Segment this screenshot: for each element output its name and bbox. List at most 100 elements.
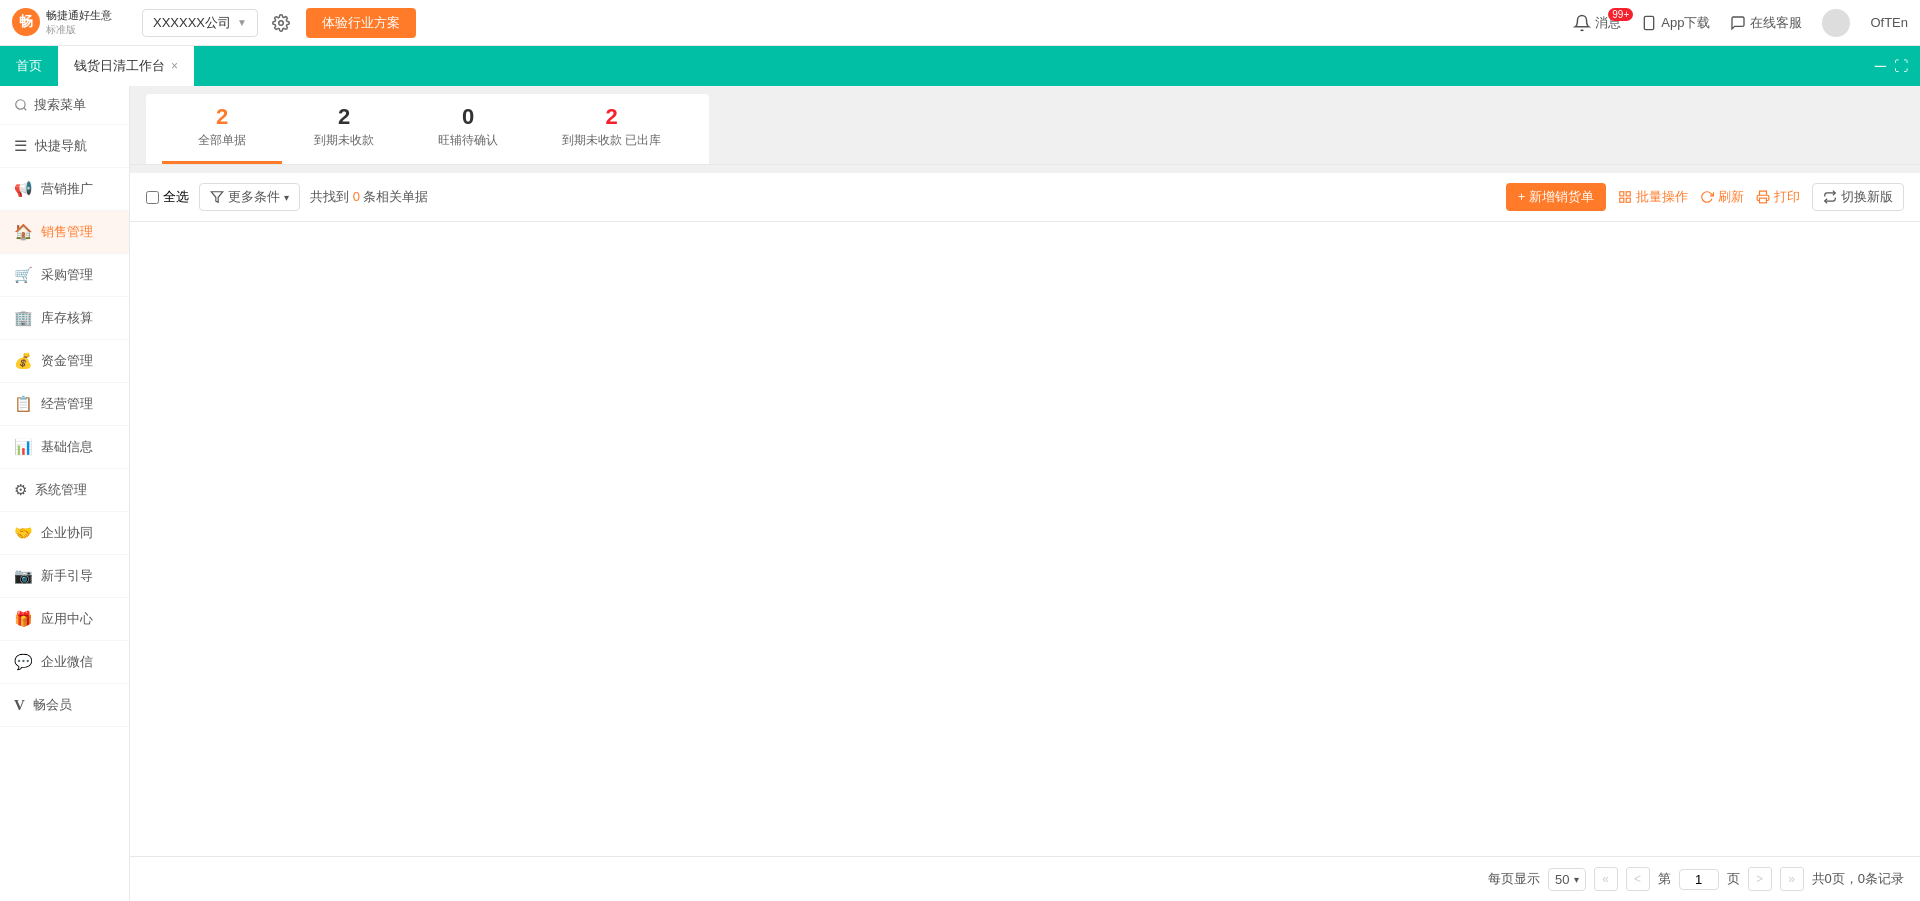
print-button[interactable]: 打印 bbox=[1756, 188, 1800, 206]
sidebar-search[interactable]: 搜索菜单 bbox=[0, 86, 129, 125]
messages-item[interactable]: 消息 99+ bbox=[1573, 14, 1621, 32]
add-sales-button[interactable]: + 新增销货单 bbox=[1506, 183, 1606, 211]
minimize-icon[interactable]: ─ bbox=[1875, 57, 1886, 75]
status-card-overdue[interactable]: 2 到期未收款 bbox=[282, 94, 406, 164]
sidebar-system-label: 系统管理 bbox=[35, 481, 87, 499]
svg-line-4 bbox=[24, 108, 27, 111]
sidebar-member-label: 畅会员 bbox=[33, 696, 72, 714]
marketing-icon: 📢 bbox=[14, 180, 33, 198]
sidebar-marketing-label: 营销推广 bbox=[41, 180, 93, 198]
avatar[interactable] bbox=[1822, 9, 1850, 37]
batch-operation-button[interactable]: 批量操作 bbox=[1618, 188, 1688, 206]
sidebar-item-operations[interactable]: 📋 经营管理 bbox=[0, 383, 129, 426]
overdue-label: 到期未收款 bbox=[314, 132, 374, 149]
switch-label: 切换新版 bbox=[1841, 188, 1893, 206]
refresh-button[interactable]: 刷新 bbox=[1700, 188, 1744, 206]
company-select[interactable]: XXXXXX公司 ▼ bbox=[142, 9, 258, 37]
all-count: 2 bbox=[194, 104, 250, 130]
sidebar-item-sales[interactable]: 🏠 销售管理 bbox=[0, 211, 129, 254]
logo-text-block: 畅捷通好生意 标准版 bbox=[46, 8, 112, 36]
online-service-item[interactable]: 在线客服 bbox=[1730, 14, 1802, 32]
checkbox-input[interactable] bbox=[146, 191, 159, 204]
sidebar-item-basic[interactable]: 📊 基础信息 bbox=[0, 426, 129, 469]
company-name: XXXXXX公司 bbox=[153, 14, 231, 32]
sidebar-inventory-label: 库存核算 bbox=[41, 309, 93, 327]
toolbar-right: + 新增销货单 批量操作 刷新 bbox=[1506, 183, 1904, 211]
sidebar: 搜索菜单 ☰ 快捷导航 📢 营销推广 🏠 销售管理 🛒 采购管理 🏢 库存核算 … bbox=[0, 86, 130, 901]
sidebar-item-marketing[interactable]: 📢 营销推广 bbox=[0, 168, 129, 211]
tab-home-label: 首页 bbox=[16, 57, 42, 75]
top-header: 畅 畅捷通好生意 标准版 XXXXXX公司 ▼ 体验行业方案 消息 99+ bbox=[0, 0, 1920, 46]
header-right: 消息 99+ App下载 在线客服 OfTEn bbox=[1573, 9, 1908, 37]
pending-label: 旺辅待确认 bbox=[438, 132, 498, 149]
close-icon[interactable]: × bbox=[171, 59, 178, 73]
svg-rect-7 bbox=[1626, 192, 1630, 196]
batch-label: 批量操作 bbox=[1636, 188, 1688, 206]
main-content: 2 全部单据 2 到期未收款 0 旺辅待确认 2 到期未收款 已出库 bbox=[130, 86, 1920, 901]
page-suffix: 页 bbox=[1727, 870, 1740, 888]
svg-rect-10 bbox=[1760, 198, 1767, 203]
member-icon: V bbox=[14, 697, 25, 714]
toolbar: 全选 更多条件 ▾ 共找到 0 条相关单据 + 新增销货单 bbox=[130, 173, 1920, 222]
settings-icon[interactable] bbox=[266, 8, 296, 38]
logo-tag: 标准版 bbox=[46, 23, 112, 37]
all-label: 全部单据 bbox=[194, 132, 250, 149]
basic-icon: 📊 bbox=[14, 438, 33, 456]
svg-rect-6 bbox=[1620, 192, 1624, 196]
filter-label: 更多条件 bbox=[228, 188, 280, 206]
sidebar-item-app-center[interactable]: 🎁 应用中心 bbox=[0, 598, 129, 641]
print-label: 打印 bbox=[1774, 188, 1800, 206]
wechat-icon: 💬 bbox=[14, 653, 33, 671]
finance-icon: 💰 bbox=[14, 352, 33, 370]
per-page-label: 每页显示 bbox=[1488, 870, 1540, 888]
next-page-button[interactable]: > bbox=[1748, 867, 1772, 891]
overdue-count: 2 bbox=[314, 104, 374, 130]
sidebar-item-cooperation[interactable]: 🤝 企业协同 bbox=[0, 512, 129, 555]
found-count: 0 bbox=[353, 189, 360, 204]
sidebar-item-guide[interactable]: 📷 新手引导 bbox=[0, 555, 129, 598]
found-prefix: 共找到 bbox=[310, 189, 349, 204]
overdue-shipped-count: 2 bbox=[562, 104, 661, 130]
filter-button[interactable]: 更多条件 ▾ bbox=[199, 183, 300, 211]
quick-nav-icon: ☰ bbox=[14, 137, 27, 155]
svg-point-3 bbox=[16, 100, 25, 109]
status-card-overdue-shipped[interactable]: 2 到期未收款 已出库 bbox=[530, 94, 693, 164]
chevron-down-icon: ▼ bbox=[237, 17, 247, 28]
maximize-icon[interactable]: ⛶ bbox=[1894, 58, 1908, 74]
purchase-icon: 🛒 bbox=[14, 266, 33, 284]
tab-home[interactable]: 首页 bbox=[0, 46, 58, 86]
sidebar-item-purchase[interactable]: 🛒 采购管理 bbox=[0, 254, 129, 297]
page-prefix: 第 bbox=[1658, 870, 1671, 888]
sidebar-item-finance[interactable]: 💰 资金管理 bbox=[0, 340, 129, 383]
table-area bbox=[130, 222, 1920, 856]
operations-icon: 📋 bbox=[14, 395, 33, 413]
prev-page-button[interactable]: < bbox=[1626, 867, 1650, 891]
sidebar-item-member[interactable]: V 畅会员 bbox=[0, 684, 129, 727]
tab-active[interactable]: 钱货日清工作台 × bbox=[58, 46, 194, 86]
status-card-all[interactable]: 2 全部单据 bbox=[162, 94, 282, 164]
switch-version-button[interactable]: 切换新版 bbox=[1812, 183, 1904, 211]
sidebar-cooperation-label: 企业协同 bbox=[41, 524, 93, 542]
svg-marker-5 bbox=[211, 192, 223, 203]
trial-button[interactable]: 体验行业方案 bbox=[306, 8, 416, 38]
status-card-pending[interactable]: 0 旺辅待确认 bbox=[406, 94, 530, 164]
select-all-checkbox[interactable]: 全选 bbox=[146, 188, 189, 206]
sidebar-app-center-label: 应用中心 bbox=[41, 610, 93, 628]
sidebar-item-quick-nav[interactable]: ☰ 快捷导航 bbox=[0, 125, 129, 168]
sidebar-item-inventory[interactable]: 🏢 库存核算 bbox=[0, 297, 129, 340]
sidebar-item-system[interactable]: ⚙ 系统管理 bbox=[0, 469, 129, 512]
page-input[interactable] bbox=[1679, 869, 1719, 890]
sidebar-item-wechat[interactable]: 💬 企业微信 bbox=[0, 641, 129, 684]
per-page-arrow: ▾ bbox=[1574, 874, 1579, 885]
svg-rect-8 bbox=[1626, 198, 1630, 202]
sales-icon: 🏠 bbox=[14, 223, 33, 241]
first-page-button[interactable]: « bbox=[1594, 867, 1618, 891]
per-page-select[interactable]: 50 ▾ bbox=[1548, 868, 1585, 891]
last-page-button[interactable]: » bbox=[1780, 867, 1804, 891]
app-download-item[interactable]: App下载 bbox=[1641, 14, 1710, 32]
logo-icon: 畅 bbox=[12, 8, 40, 36]
search-menu-label: 搜索菜单 bbox=[34, 96, 86, 114]
select-all-label: 全选 bbox=[163, 188, 189, 206]
sidebar-sales-label: 销售管理 bbox=[41, 223, 93, 241]
sidebar-wechat-label: 企业微信 bbox=[41, 653, 93, 671]
